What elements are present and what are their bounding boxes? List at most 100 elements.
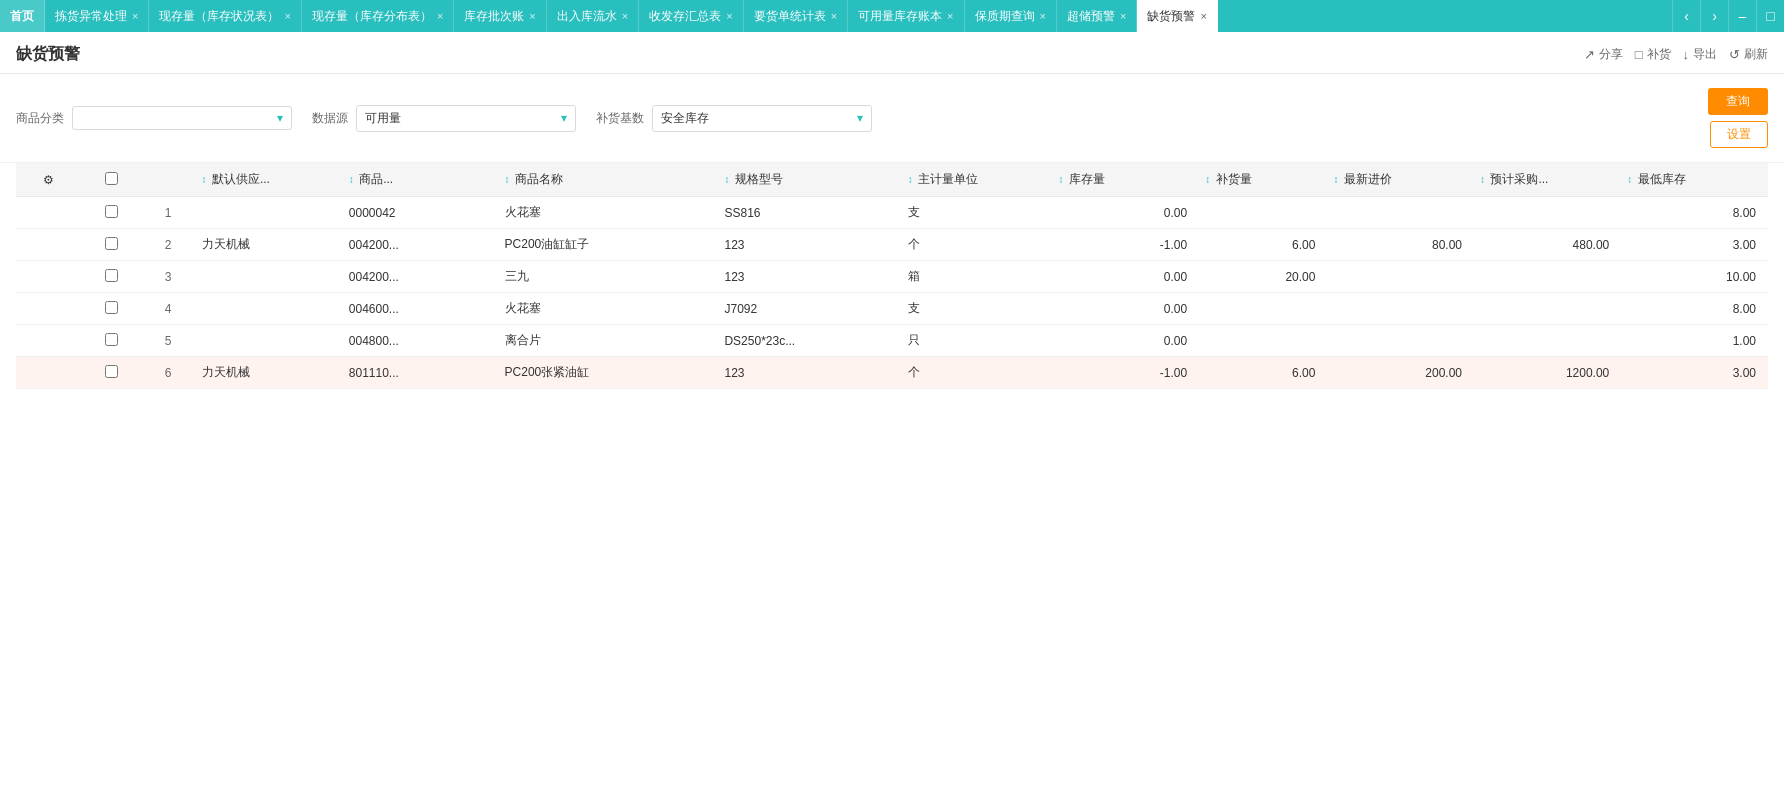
replenish-icon: □ (1635, 47, 1643, 62)
row-check-1[interactable] (82, 229, 141, 261)
share-button[interactable]: ↗ 分享 (1584, 46, 1623, 63)
replenish-base-filter-group: 补货基数 安全库存 ▾ (596, 105, 872, 132)
col-header-stock[interactable]: ↕ 库存量 (1053, 163, 1200, 197)
row-unit-4: 只 (902, 325, 1053, 357)
tab-close-2[interactable]: × (284, 10, 290, 22)
tab-2[interactable]: 现存量（库存状况表） × (149, 0, 301, 32)
row-check-2[interactable] (82, 261, 141, 293)
settings-button[interactable]: 设置 (1710, 121, 1768, 148)
tab-close-3[interactable]: × (437, 10, 443, 22)
row-replenish-2: 20.00 (1199, 261, 1327, 293)
tab-maximize-btn[interactable]: □ (1756, 0, 1784, 32)
tab-close-5[interactable]: × (622, 10, 628, 22)
replenish-base-select[interactable]: 安全库存 ▾ (652, 105, 872, 132)
tab-4[interactable]: 库存批次账 × (454, 0, 546, 32)
datasource-filter-group: 数据源 可用量 ▾ (312, 105, 576, 132)
row-checkbox-3[interactable] (105, 301, 118, 314)
sort-estimated-icon: ↕ (1480, 174, 1485, 185)
col-header-check[interactable] (82, 163, 141, 197)
tab-10[interactable]: 超储预警 × (1057, 0, 1137, 32)
row-estimated-5: 1200.00 (1474, 357, 1621, 389)
category-label: 商品分类 (16, 110, 64, 127)
tab-7[interactable]: 要货单统计表 × (744, 0, 848, 32)
row-supplier-5: 力天机械 (196, 357, 343, 389)
select-all-checkbox[interactable] (105, 172, 118, 185)
row-checkbox-0[interactable] (105, 205, 118, 218)
tab-8[interactable]: 可用量库存账本 × (848, 0, 964, 32)
row-spec-3: J7092 (718, 293, 901, 325)
col-header-replenish[interactable]: ↕ 补货量 (1199, 163, 1327, 197)
tab-close-8[interactable]: × (947, 10, 953, 22)
row-name-3: 火花塞 (499, 293, 719, 325)
share-icon: ↗ (1584, 47, 1595, 62)
tab-prev-btn[interactable]: ‹ (1672, 0, 1700, 32)
sort-stock-icon: ↕ (1059, 174, 1064, 185)
gear-icon: ⚙ (43, 173, 54, 187)
query-button[interactable]: 查询 (1708, 88, 1768, 115)
row-check-3[interactable] (82, 293, 141, 325)
row-unit-3: 支 (902, 293, 1053, 325)
col-header-spec[interactable]: ↕ 规格型号 (718, 163, 901, 197)
tab-close-4[interactable]: × (529, 10, 535, 22)
export-button[interactable]: ↓ 导出 (1683, 46, 1718, 63)
tab-bar: 首页 拣货异常处理 × 现存量（库存状况表） × 现存量（库存分布表） × 库存… (0, 0, 1784, 32)
category-select[interactable]: ▾ (72, 106, 292, 130)
col-header-unit[interactable]: ↕ 主计量单位 (902, 163, 1053, 197)
tab-6[interactable]: 收发存汇总表 × (639, 0, 743, 32)
tab-11[interactable]: 缺货预警 × (1137, 0, 1217, 32)
col-header-supplier[interactable]: ↕ 默认供应... (196, 163, 343, 197)
row-code-5: 801110... (343, 357, 499, 389)
row-estimated-4 (1474, 325, 1621, 357)
row-replenish-3 (1199, 293, 1327, 325)
row-checkbox-5[interactable] (105, 365, 118, 378)
tab-home[interactable]: 首页 (0, 0, 45, 32)
row-check-4[interactable] (82, 325, 141, 357)
row-checkbox-1[interactable] (105, 237, 118, 250)
page-header: 缺货预警 ↗ 分享 □ 补货 ↓ 导出 ↺ 刷新 (0, 32, 1784, 74)
row-stock-2: 0.00 (1053, 261, 1200, 293)
col-header-estimated[interactable]: ↕ 预计采购... (1474, 163, 1621, 197)
table-row: 5 004800... 离合片 DS250*23c... 只 0.00 1.00 (16, 325, 1768, 357)
row-num-5: 6 (141, 357, 196, 389)
tab-next-btn[interactable]: › (1700, 0, 1728, 32)
row-stock-0: 0.00 (1053, 197, 1200, 229)
row-supplier-3 (196, 293, 343, 325)
row-checkbox-4[interactable] (105, 333, 118, 346)
col-header-num (141, 163, 196, 197)
row-min-stock-4: 1.00 (1621, 325, 1768, 357)
col-header-name[interactable]: ↕ 商品名称 (499, 163, 719, 197)
table-row: 6 力天机械 801110... PC200张紧油缸 123 个 -1.00 6… (16, 357, 1768, 389)
tab-5[interactable]: 出入库流水 × (547, 0, 639, 32)
row-check-5[interactable] (82, 357, 141, 389)
col-header-min-stock[interactable]: ↕ 最低库存 (1621, 163, 1768, 197)
col-header-gear[interactable]: ⚙ (16, 163, 82, 197)
tab-close-7[interactable]: × (831, 10, 837, 22)
tab-9[interactable]: 保质期查询 × (965, 0, 1057, 32)
col-header-latest-price[interactable]: ↕ 最新进价 (1327, 163, 1474, 197)
sort-spec-icon: ↕ (724, 174, 729, 185)
tab-close-11[interactable]: × (1200, 10, 1206, 22)
tab-close-1[interactable]: × (132, 10, 138, 22)
tab-3[interactable]: 现存量（库存分布表） × (302, 0, 454, 32)
replenish-button[interactable]: □ 补货 (1635, 46, 1671, 63)
sort-replenish-icon: ↕ (1205, 174, 1210, 185)
row-name-4: 离合片 (499, 325, 719, 357)
sort-min-stock-icon: ↕ (1627, 174, 1632, 185)
tab-close-6[interactable]: × (726, 10, 732, 22)
tab-close-10[interactable]: × (1120, 10, 1126, 22)
datasource-select-value: 可用量 (365, 110, 401, 127)
tab-1[interactable]: 拣货异常处理 × (45, 0, 149, 32)
category-filter-group: 商品分类 ▾ (16, 106, 292, 130)
row-gear-5 (16, 357, 82, 389)
tab-minimize-btn[interactable]: ‒ (1728, 0, 1756, 32)
tab-close-9[interactable]: × (1040, 10, 1046, 22)
row-checkbox-2[interactable] (105, 269, 118, 282)
refresh-button[interactable]: ↺ 刷新 (1729, 46, 1768, 63)
row-check-0[interactable] (82, 197, 141, 229)
col-header-code[interactable]: ↕ 商品... (343, 163, 499, 197)
datasource-select[interactable]: 可用量 ▾ (356, 105, 576, 132)
row-spec-4: DS250*23c... (718, 325, 901, 357)
datasource-dropdown-icon: ▾ (561, 111, 567, 125)
row-num-0: 1 (141, 197, 196, 229)
sort-unit-icon: ↕ (908, 174, 913, 185)
